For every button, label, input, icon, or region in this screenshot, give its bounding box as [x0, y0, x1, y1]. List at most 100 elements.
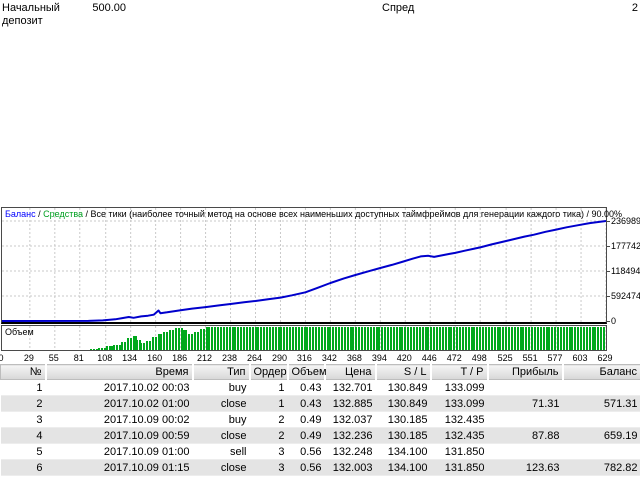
volume-bar [160, 334, 162, 350]
volume-bar [166, 332, 168, 350]
volume-chart-pane: Объем [1, 325, 607, 351]
volume-bar [143, 343, 145, 350]
trade-cell: 1 [249, 379, 288, 396]
trade-cell: 3 [249, 459, 288, 476]
volume-bar [557, 327, 559, 350]
volume-bar [152, 337, 154, 350]
volume-bar [298, 327, 300, 350]
trade-cell: 131.850 [430, 459, 488, 476]
volume-bar [96, 349, 98, 350]
volume-bar [471, 327, 473, 350]
volume-bar [571, 327, 573, 350]
legend-balance-label: Баланс [5, 209, 36, 219]
trade-cell: 0.56 [287, 443, 325, 460]
volume-bar [396, 327, 398, 350]
volume-bar [292, 327, 294, 350]
volume-bar [522, 327, 524, 350]
volume-bar [232, 327, 234, 350]
trade-cell: 0.49 [287, 411, 325, 428]
volume-bar [459, 327, 461, 350]
volume-bar [257, 327, 259, 350]
volume-bar [113, 345, 115, 350]
trade-cell: 4 [0, 427, 46, 444]
volume-bar [155, 337, 157, 350]
volume-bar [401, 327, 403, 350]
volume-bar [208, 327, 210, 350]
volume-bar [93, 349, 95, 350]
volume-bar [433, 327, 435, 350]
volume-bar [548, 327, 550, 350]
trades-column-header: T / P [430, 364, 489, 380]
y-tick-mark [606, 245, 610, 247]
trade-cell: 123.63 [487, 459, 563, 476]
volume-bar [175, 328, 177, 350]
volume-bar [185, 330, 187, 350]
volume-bar [497, 327, 499, 350]
volume-bar [283, 327, 285, 350]
volume-bar [381, 327, 383, 350]
volume-bar [488, 327, 490, 350]
trade-cell: 132.435 [430, 411, 488, 428]
y-tick-label: 592474 [611, 291, 640, 301]
x-tick-label: 629 [597, 353, 613, 363]
volume-bar [98, 348, 100, 350]
volume-bar [592, 327, 594, 350]
volume-bar [416, 327, 418, 350]
volume-bar [540, 327, 542, 350]
trade-cell: 6 [0, 459, 46, 476]
volume-bar [240, 327, 242, 350]
volume-bar [468, 327, 470, 350]
y-tick-mark [606, 321, 610, 322]
volume-bar [309, 327, 311, 350]
volume-bar [158, 334, 160, 350]
volume-bar [246, 327, 248, 350]
volume-bar [178, 328, 180, 350]
trade-cell: 132.003 [324, 459, 376, 476]
volume-bar [410, 327, 412, 350]
trade-row: 6 2017.10.09 01:15 close 3 0.56 132.003 134.10… [0, 459, 640, 476]
trades-body: 1 2017.10.02 00:03 buy 1 0.43 132.701 130.849 1… [0, 379, 640, 476]
trade-cell: 0.49 [287, 427, 325, 444]
volume-bar [580, 327, 582, 350]
backtest-report: Начальный депозит500.00Спред2Чистая приб… [0, 0, 640, 480]
trade-cell: 134.100 [375, 459, 431, 476]
trades-column-header: Время [45, 364, 194, 380]
trades-table: № Время Тип Ордер Объем Цена S / LT / P Прибыль… [0, 364, 640, 476]
volume-bar [121, 342, 123, 350]
volume-bar [106, 346, 108, 350]
volume-bar [473, 327, 475, 350]
volume-bar [600, 327, 602, 350]
volume-bar [589, 327, 591, 350]
volume-bar [355, 327, 357, 350]
volume-bar [280, 327, 282, 350]
trade-cell: 2017.10.09 00:02 [45, 411, 193, 428]
y-tick-label: 1777423 [611, 240, 640, 251]
volume-bar [364, 327, 366, 350]
volume-bar [419, 327, 421, 350]
volume-bar [169, 330, 171, 350]
trade-row: 4 2017.10.09 00:59 close 2 0.49 132.236 130.18… [0, 427, 640, 444]
volume-bar [574, 327, 576, 350]
volume-bar [603, 327, 605, 350]
volume-bar [597, 327, 599, 350]
volume-bar [494, 327, 496, 350]
volume-bar [214, 327, 216, 350]
volume-bar [560, 327, 562, 350]
volume-bar [569, 327, 571, 350]
volume-bar [531, 327, 533, 350]
volume-bar [104, 348, 106, 350]
volume-bar [376, 327, 378, 350]
volume-bar [482, 327, 484, 350]
volume-bar [191, 334, 193, 350]
trade-cell: 5 [0, 443, 46, 460]
volume-pane-label: Объем [5, 327, 34, 337]
trade-cell: 132.236 [324, 427, 376, 444]
volume-bar [127, 338, 129, 350]
volume-bar [404, 327, 406, 350]
trade-cell: buy [192, 411, 250, 428]
volume-bar [448, 327, 450, 350]
volume-bar-chart [29, 326, 606, 350]
trade-cell: close [192, 427, 250, 444]
trade-cell: 133.099 [430, 395, 488, 412]
volume-bar [491, 327, 493, 350]
